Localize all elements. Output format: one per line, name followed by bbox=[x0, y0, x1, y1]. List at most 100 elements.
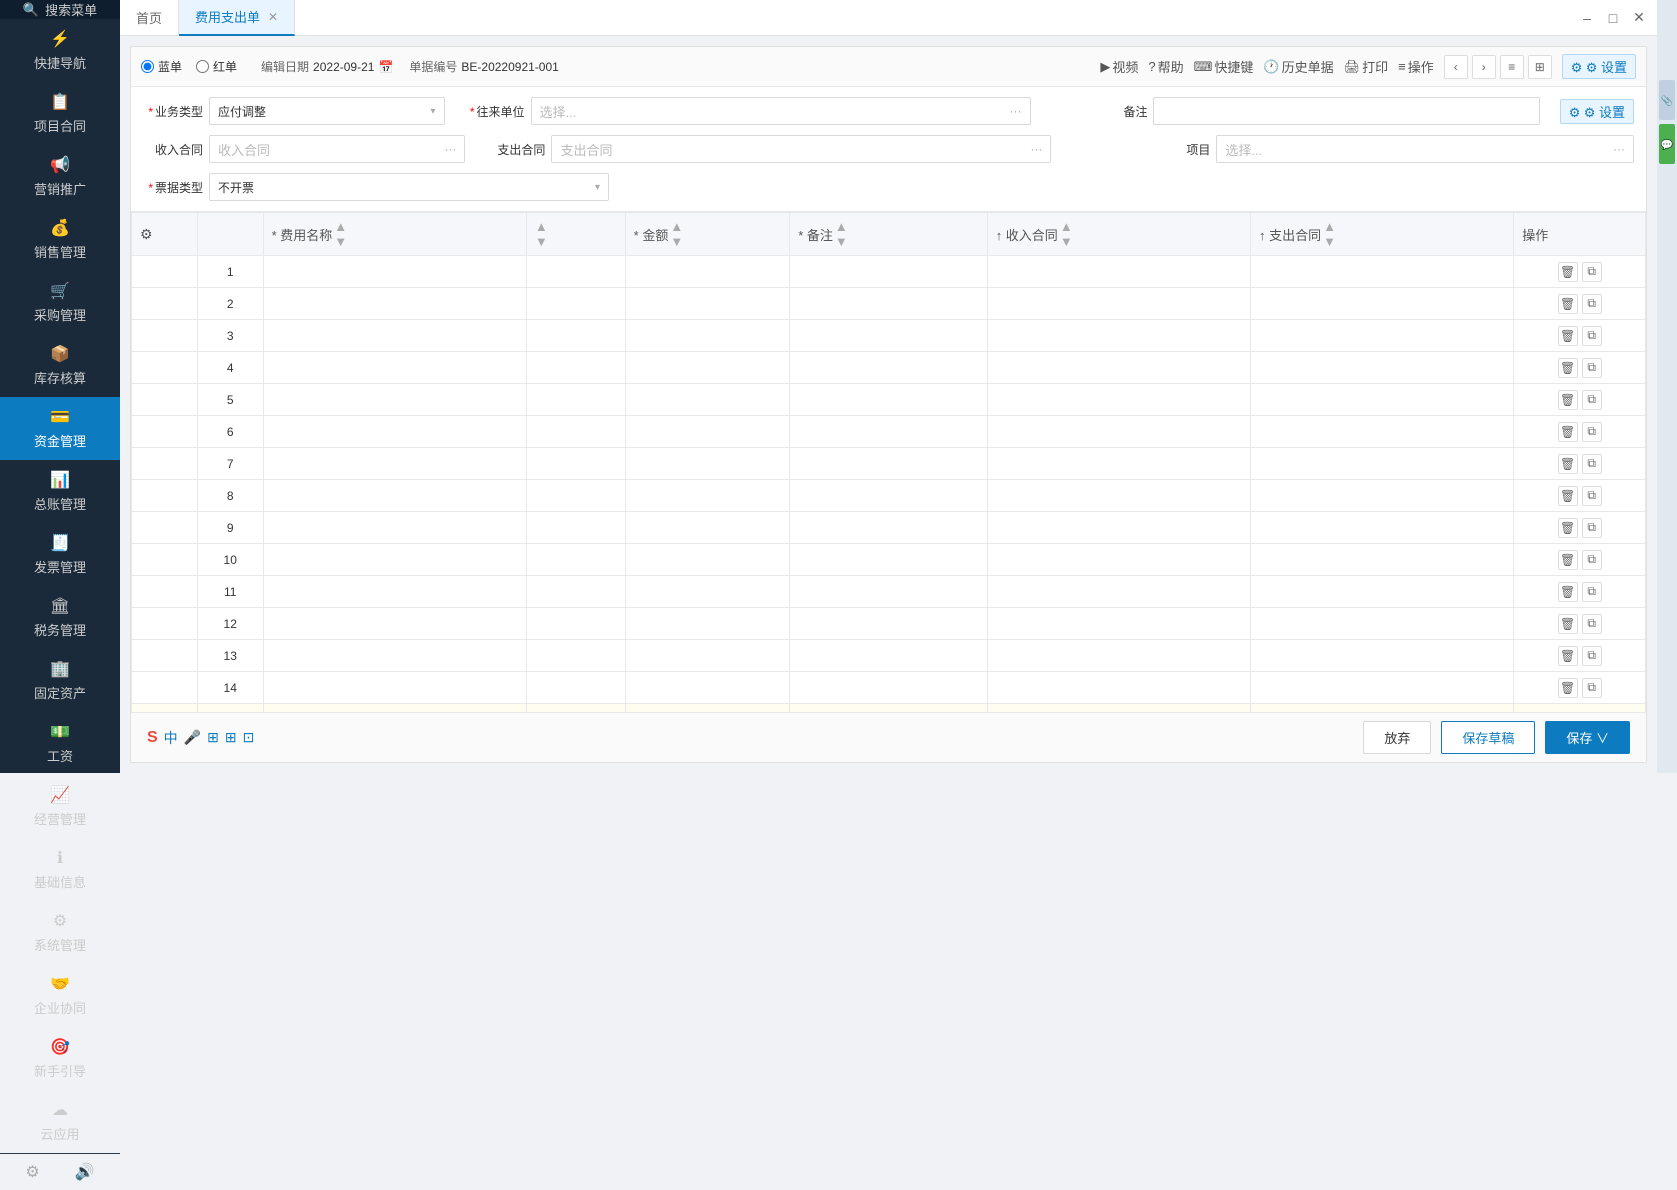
row-delete-btn[interactable]: 🗑 bbox=[1558, 326, 1578, 346]
sidebar-item-new-guide[interactable]: 🎯 新手引导 bbox=[0, 1027, 120, 1090]
row-amount-cell[interactable] bbox=[625, 288, 790, 320]
row-note-cell[interactable] bbox=[790, 544, 987, 576]
sidebar-item-base-info[interactable]: ℹ 基础信息 bbox=[0, 838, 120, 901]
row-copy-btn[interactable]: ⧉ bbox=[1582, 518, 1602, 538]
help-btn[interactable]: ? 帮助 bbox=[1148, 57, 1183, 76]
row-delete-btn[interactable]: 🗑 bbox=[1558, 358, 1578, 378]
row-sort-cell[interactable] bbox=[526, 288, 625, 320]
note-input[interactable] bbox=[1153, 97, 1539, 125]
sidebar-item-ledger[interactable]: 📊 总账管理 bbox=[0, 460, 120, 523]
row-income-cell[interactable] bbox=[987, 352, 1250, 384]
row-note-cell[interactable] bbox=[790, 320, 987, 352]
row-expense-cell[interactable] bbox=[263, 416, 526, 448]
row-amount-cell[interactable] bbox=[625, 608, 790, 640]
row-pay-cell[interactable] bbox=[1250, 672, 1513, 704]
settings-gear-icon[interactable]: ⚙ bbox=[25, 1162, 39, 1182]
right-panel-tab-2[interactable]: 💬 bbox=[1659, 124, 1675, 164]
row-sort-cell[interactable] bbox=[526, 512, 625, 544]
red-radio[interactable] bbox=[196, 60, 209, 73]
calendar-icon[interactable]: 📅 bbox=[378, 60, 393, 74]
mic-icon[interactable]: 🎤 bbox=[184, 729, 201, 746]
row-expense-cell[interactable] bbox=[263, 544, 526, 576]
list-view-btn[interactable]: ≡ bbox=[1500, 55, 1524, 79]
blue-radio[interactable] bbox=[141, 60, 154, 73]
window-minimize-btn[interactable]: – bbox=[1577, 8, 1597, 28]
row-delete-btn[interactable]: 🗑 bbox=[1558, 646, 1578, 666]
row-amount-cell[interactable] bbox=[625, 544, 790, 576]
row-income-cell[interactable] bbox=[987, 544, 1250, 576]
row-note-cell[interactable] bbox=[790, 480, 987, 512]
row-note-cell[interactable] bbox=[790, 416, 987, 448]
row-copy-btn[interactable]: ⧉ bbox=[1582, 358, 1602, 378]
row-copy-btn[interactable]: ⧉ bbox=[1582, 294, 1602, 314]
row-note-cell[interactable] bbox=[790, 288, 987, 320]
row-income-cell[interactable] bbox=[987, 384, 1250, 416]
row-income-cell[interactable] bbox=[987, 320, 1250, 352]
sidebar-item-sales[interactable]: 💰 销售管理 bbox=[0, 208, 120, 271]
row-copy-btn[interactable]: ⧉ bbox=[1582, 582, 1602, 602]
row-delete-btn[interactable]: 🗑 bbox=[1558, 294, 1578, 314]
th-pay-contract[interactable]: ↑ 支出合同 ▲▼ bbox=[1250, 213, 1513, 256]
sidebar-item-sys-mgmt[interactable]: ⚙ 系统管理 bbox=[0, 901, 120, 964]
row-pay-cell[interactable] bbox=[1250, 288, 1513, 320]
sidebar-item-capital[interactable]: 💳 资金管理 bbox=[0, 397, 120, 460]
row-delete-btn[interactable]: 🗑 bbox=[1558, 422, 1578, 442]
history-btn[interactable]: 🕐 历史单据 bbox=[1263, 57, 1333, 76]
save-draft-button[interactable]: 保存草稿 bbox=[1441, 721, 1535, 754]
grid-view-btn[interactable]: ⊞ bbox=[1528, 55, 1552, 79]
biz-type-select[interactable]: 应付调整 ▾ bbox=[209, 97, 445, 125]
row-income-cell[interactable] bbox=[987, 480, 1250, 512]
row-note-cell[interactable] bbox=[790, 352, 987, 384]
row-expense-cell[interactable] bbox=[263, 672, 526, 704]
tab-expense[interactable]: 费用支出单 ✕ bbox=[179, 0, 295, 36]
row-sort-cell[interactable] bbox=[526, 608, 625, 640]
row-expense-cell[interactable] bbox=[263, 448, 526, 480]
row-note-cell[interactable] bbox=[790, 256, 987, 288]
row-pay-cell[interactable] bbox=[1250, 480, 1513, 512]
row-pay-cell[interactable] bbox=[1250, 320, 1513, 352]
row-note-cell[interactable] bbox=[790, 640, 987, 672]
row-amount-cell[interactable] bbox=[625, 640, 790, 672]
th-note[interactable]: * 备注 ▲▼ bbox=[790, 213, 987, 256]
income-contract-input[interactable]: 收入合同 ··· bbox=[209, 135, 465, 163]
row-note-cell[interactable] bbox=[790, 672, 987, 704]
sidebar-item-marketing[interactable]: 📢 营销推广 bbox=[0, 145, 120, 208]
row-delete-btn[interactable]: 🗑 bbox=[1558, 678, 1578, 698]
row-expense-cell[interactable] bbox=[263, 512, 526, 544]
row-expense-cell[interactable] bbox=[263, 480, 526, 512]
row-sort-cell[interactable] bbox=[526, 416, 625, 448]
video-btn[interactable]: ▶ 视频 bbox=[1100, 57, 1138, 76]
row-copy-btn[interactable]: ⧉ bbox=[1582, 262, 1602, 282]
row-income-cell[interactable] bbox=[987, 576, 1250, 608]
row-amount-cell[interactable] bbox=[625, 416, 790, 448]
row-pay-cell[interactable] bbox=[1250, 608, 1513, 640]
prev-btn[interactable]: ‹ bbox=[1444, 55, 1468, 79]
row-pay-cell[interactable] bbox=[1250, 640, 1513, 672]
grid-icon[interactable]: ⊞ bbox=[225, 729, 237, 746]
table-icon[interactable]: ⊡ bbox=[243, 729, 255, 746]
row-amount-cell[interactable] bbox=[625, 256, 790, 288]
settings-btn[interactable]: ⚙ ⚙ 设置 bbox=[1562, 54, 1636, 79]
sidebar-item-project-contract[interactable]: 📋 项目合同 bbox=[0, 82, 120, 145]
volume-icon[interactable]: 🔊 bbox=[75, 1162, 95, 1182]
partner-input[interactable]: 选择... ··· bbox=[531, 97, 1031, 125]
row-sort-cell[interactable] bbox=[526, 480, 625, 512]
row-income-cell[interactable] bbox=[987, 640, 1250, 672]
row-amount-cell[interactable] bbox=[625, 512, 790, 544]
sidebar-item-inventory[interactable]: 📦 库存核算 bbox=[0, 334, 120, 397]
row-copy-btn[interactable]: ⧉ bbox=[1582, 550, 1602, 570]
row-delete-btn[interactable]: 🗑 bbox=[1558, 486, 1578, 506]
window-close-btn[interactable]: ✕ bbox=[1629, 8, 1649, 28]
row-sort-cell[interactable] bbox=[526, 576, 625, 608]
sidebar-item-invoice[interactable]: 🧾 发票管理 bbox=[0, 523, 120, 586]
th-amount[interactable]: * 金额 ▲▼ bbox=[625, 213, 790, 256]
ops-btn[interactable]: ≡ 操作 bbox=[1398, 57, 1434, 76]
row-expense-cell[interactable] bbox=[263, 576, 526, 608]
row-expense-cell[interactable] bbox=[263, 288, 526, 320]
zhong-icon[interactable]: 中 bbox=[164, 728, 178, 748]
row-expense-cell[interactable] bbox=[263, 320, 526, 352]
save-button[interactable]: 保存 ∨ bbox=[1545, 721, 1630, 754]
row-pay-cell[interactable] bbox=[1250, 448, 1513, 480]
row-income-cell[interactable] bbox=[987, 448, 1250, 480]
row-delete-btn[interactable]: 🗑 bbox=[1558, 550, 1578, 570]
